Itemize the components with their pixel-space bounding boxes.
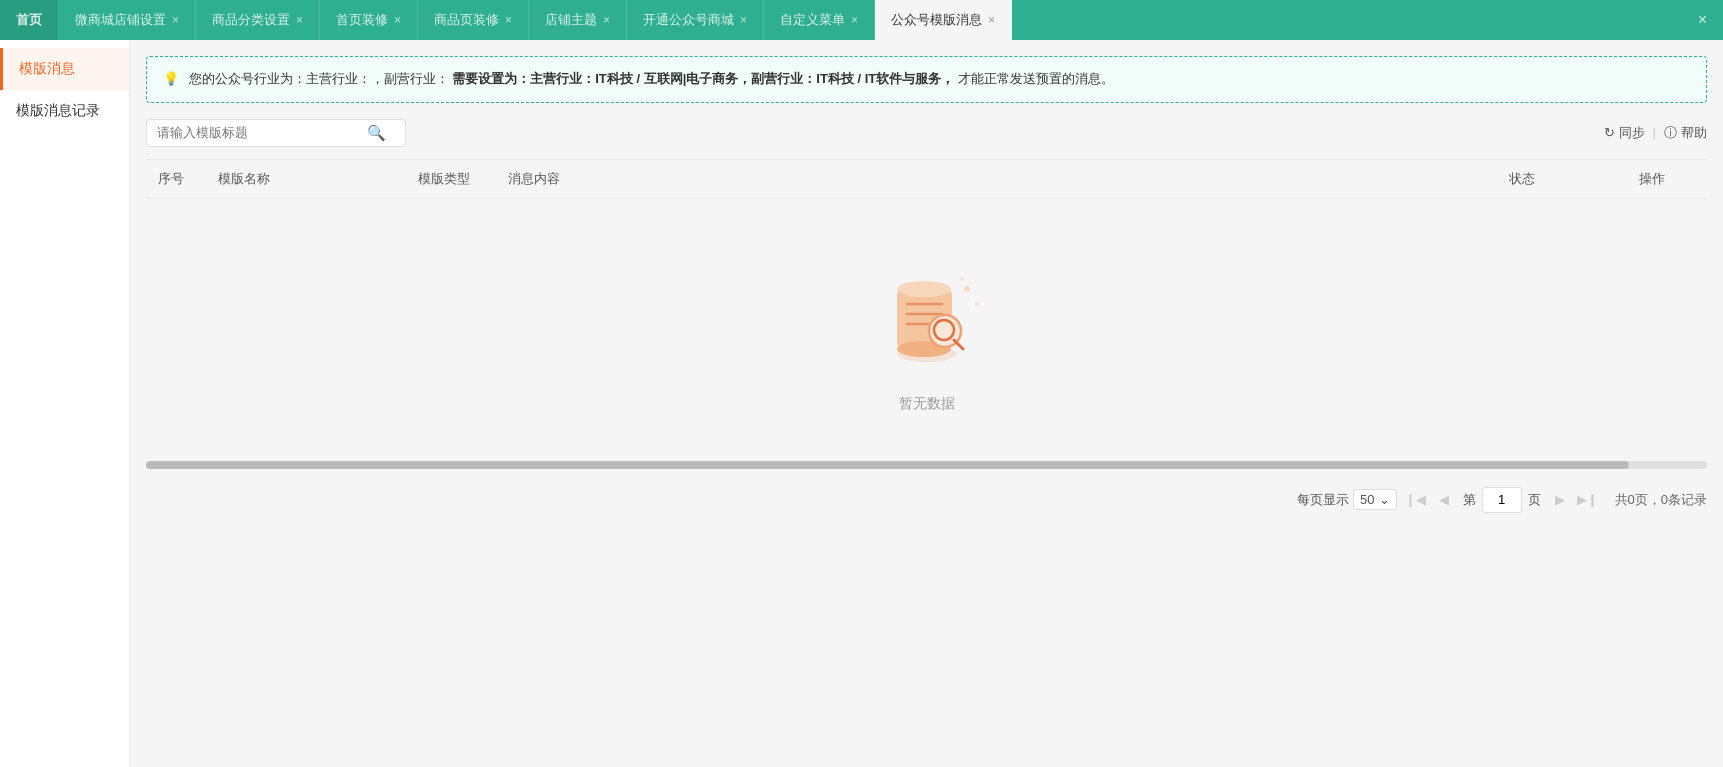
svg-point-12 xyxy=(960,277,964,281)
page-size-label: 每页显示 xyxy=(1297,491,1349,509)
page-input[interactable] xyxy=(1482,487,1522,513)
sidebar-item-template-msg[interactable]: 模版消息 xyxy=(0,48,129,90)
data-table: 序号 模版名称 模版类型 消息内容 状态 操作 xyxy=(146,159,1707,199)
page-unit: 页 xyxy=(1528,491,1541,509)
page-size-select: 每页显示 50 ⌄ xyxy=(1297,489,1396,510)
tab-micro-shop[interactable]: 微商城店铺设置 × xyxy=(59,0,196,40)
svg-point-2 xyxy=(897,281,951,297)
col-status: 状态 xyxy=(1497,159,1627,198)
main-layout: 模版消息 模版消息记录 💡 您的公众号行业为：主营行业：，副营行业： 需要设置为… xyxy=(0,40,1723,767)
page-size-dropdown[interactable]: 50 ⌄ xyxy=(1353,489,1396,510)
tab-bar: 首页 微商城店铺设置 × 商品分类设置 × 首页装修 × 商品页装修 × 店铺主… xyxy=(0,0,1723,40)
close-template-msg[interactable]: × xyxy=(988,13,995,27)
tab-category[interactable]: 商品分类设置 × xyxy=(196,0,320,40)
close-all-tabs[interactable]: × xyxy=(1682,11,1723,29)
alert-highlight: 需要设置为：主营行业：IT科技 / 互联网|电子商务，副营行业：IT科技 / I… xyxy=(452,71,954,86)
next-page-button[interactable]: ▶ xyxy=(1547,487,1573,513)
tab-product-decor[interactable]: 商品页装修 × xyxy=(418,0,529,40)
close-category[interactable]: × xyxy=(296,13,303,27)
tab-open-mall[interactable]: 开通公众号商城 × xyxy=(627,0,764,40)
scroll-thumb[interactable] xyxy=(146,461,1629,469)
col-name: 模版名称 xyxy=(206,159,406,198)
close-shop-theme[interactable]: × xyxy=(603,13,610,27)
empty-icon xyxy=(867,259,987,379)
col-content: 消息内容 xyxy=(496,159,1497,198)
bulb-icon: 💡 xyxy=(163,71,179,86)
close-custom-menu[interactable]: × xyxy=(851,13,858,27)
sync-button[interactable]: ↻ 同步 xyxy=(1604,124,1645,142)
col-index: 序号 xyxy=(146,159,206,198)
tab-template-msg[interactable]: 公众号模版消息 × xyxy=(875,0,1012,40)
toolbar-divider: | xyxy=(1653,125,1656,140)
sidebar: 模版消息 模版消息记录 xyxy=(0,40,130,767)
tab-home[interactable]: 首页 xyxy=(0,0,59,40)
prev-page-button[interactable]: ◀ xyxy=(1431,487,1457,513)
last-page-button[interactable]: ▶❙ xyxy=(1575,487,1601,513)
tab-home-decor[interactable]: 首页装修 × xyxy=(320,0,418,40)
search-input[interactable] xyxy=(157,125,367,140)
sidebar-item-template-record[interactable]: 模版消息记录 xyxy=(0,90,129,132)
col-type: 模版类型 xyxy=(406,159,496,198)
table-header-row: 序号 模版名称 模版类型 消息内容 状态 操作 xyxy=(146,159,1707,198)
horizontal-scrollbar[interactable] xyxy=(146,461,1707,469)
first-page-button[interactable]: ❙◀ xyxy=(1403,487,1429,513)
close-open-mall[interactable]: × xyxy=(740,13,747,27)
content-area: 💡 您的公众号行业为：主营行业：，副营行业： 需要设置为：主营行业：IT科技 /… xyxy=(130,40,1723,767)
search-input-wrap: 🔍 xyxy=(146,119,406,147)
close-home-decor[interactable]: × xyxy=(394,13,401,27)
page-nav: ❙◀ ◀ 第 页 ▶ ▶❙ xyxy=(1403,487,1601,513)
search-bar: 🔍 ↻ 同步 | ⓘ 帮助 xyxy=(146,119,1707,147)
close-product-decor[interactable]: × xyxy=(505,13,512,27)
help-icon: ⓘ xyxy=(1664,124,1677,142)
svg-point-10 xyxy=(964,286,970,292)
pagination: 每页显示 50 ⌄ ❙◀ ◀ 第 页 ▶ ▶❙ 共0页，0条记录 xyxy=(146,477,1707,523)
tab-custom-menu[interactable]: 自定义菜单 × xyxy=(764,0,875,40)
page-label: 第 xyxy=(1463,491,1476,509)
col-action: 操作 xyxy=(1627,159,1707,198)
empty-state: 暂无数据 xyxy=(146,199,1707,453)
svg-point-11 xyxy=(975,302,979,306)
help-button[interactable]: ⓘ 帮助 xyxy=(1664,124,1707,142)
search-icon[interactable]: 🔍 xyxy=(367,124,386,142)
toolbar-right: ↻ 同步 | ⓘ 帮助 xyxy=(1604,124,1707,142)
empty-text: 暂无数据 xyxy=(899,395,955,413)
total-info: 共0页，0条记录 xyxy=(1615,491,1707,509)
sync-icon: ↻ xyxy=(1604,125,1615,140)
alert-box: 💡 您的公众号行业为：主营行业：，副营行业： 需要设置为：主营行业：IT科技 /… xyxy=(146,56,1707,103)
chevron-down-icon: ⌄ xyxy=(1379,492,1390,507)
close-micro-shop[interactable]: × xyxy=(172,13,179,27)
tab-shop-theme[interactable]: 店铺主题 × xyxy=(529,0,627,40)
